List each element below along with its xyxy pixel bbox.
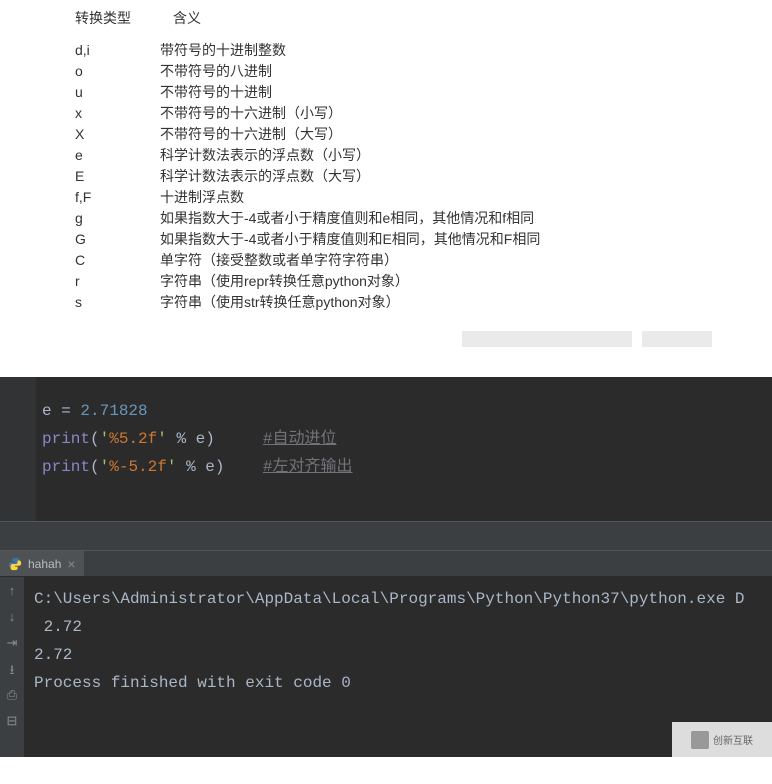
code-editor[interactable]: e = 2.71828 print('%5.2f' % e) #自动进位 pri… <box>0 377 772 521</box>
row-meaning: 如果指数大于-4或者小于精度值则和E相同，其他情况和F相同 <box>160 229 540 250</box>
row-meaning: 科学计数法表示的浮点数（小写） <box>160 145 370 166</box>
row-meaning: 带符号的十进制整数 <box>160 40 286 61</box>
run-tab[interactable]: hahah × <box>0 551 84 576</box>
row-type: r <box>75 271 160 292</box>
python-icon <box>8 557 22 571</box>
row-type: g <box>75 208 160 229</box>
brand-watermark: 创新互联 <box>672 722 772 757</box>
console-output[interactable]: C:\Users\Administrator\AppData\Local\Pro… <box>24 577 772 757</box>
table-row: r 字符串（使用repr转换任意python对象） <box>75 271 772 292</box>
print-icon[interactable]: ⎙ <box>4 687 20 703</box>
table-row: e科学计数法表示的浮点数（小写） <box>75 145 772 166</box>
tab-filename: hahah <box>28 557 61 571</box>
row-meaning: 单字符（接受整数或者单字符字符串） <box>160 250 398 271</box>
output-panel: ↑ ↓ ⇥ ⭳ ⎙ ⊟ C:\Users\Administrator\AppDa… <box>0 577 772 757</box>
table-row: G如果指数大于-4或者小于精度值则和E相同，其他情况和F相同 <box>75 229 772 250</box>
down-arrow-icon[interactable]: ↓ <box>4 609 20 625</box>
row-type: d,i <box>75 40 160 61</box>
up-arrow-icon[interactable]: ↑ <box>4 583 20 599</box>
code-line[interactable]: print('%5.2f' % e) #自动进位 <box>42 425 772 453</box>
table-row: f,F十进制浮点数 <box>75 187 772 208</box>
output-line: C:\Users\Administrator\AppData\Local\Pro… <box>34 585 762 613</box>
row-meaning: 不带符号的十六进制（大写） <box>160 124 342 145</box>
header-type: 转换类型 <box>75 8 173 28</box>
row-type: e <box>75 145 160 166</box>
row-meaning: 不带符号的十六进制（小写） <box>160 103 342 124</box>
table-row: x 不带符号的十六进制（小写） <box>75 103 772 124</box>
row-type: s <box>75 292 160 313</box>
scroll-end-icon[interactable]: ⭳ <box>4 661 20 677</box>
row-meaning: 科学计数法表示的浮点数（大写） <box>160 166 370 187</box>
header-meaning: 含义 <box>173 8 201 28</box>
code-comment: #左对齐输出 <box>263 458 353 476</box>
row-type: x <box>75 103 160 124</box>
row-type: C <box>75 250 160 271</box>
table-row: s 字符串（使用str转换任意python对象） <box>75 292 772 313</box>
clear-icon[interactable]: ⊟ <box>4 713 20 729</box>
close-icon[interactable]: × <box>67 556 75 572</box>
pane-separator[interactable] <box>0 521 772 551</box>
row-meaning: 不带符号的八进制 <box>160 61 272 82</box>
row-type: u <box>75 82 160 103</box>
editor-gutter <box>0 377 36 521</box>
run-tab-bar: hahah × <box>0 551 772 577</box>
code-line[interactable]: print('%-5.2f' % e) #左对齐输出 <box>42 453 772 481</box>
row-meaning: 字符串（使用str转换任意python对象） <box>160 292 400 313</box>
row-meaning: 十进制浮点数 <box>160 187 244 208</box>
table-row: E科学计数法表示的浮点数（大写） <box>75 166 772 187</box>
code-line[interactable]: e = 2.71828 <box>42 397 772 425</box>
table-row: o不带符号的八进制 <box>75 61 772 82</box>
table-row: d,i带符号的十进制整数 <box>75 40 772 61</box>
tool-sidebar: ↑ ↓ ⇥ ⭳ ⎙ ⊟ <box>0 577 24 757</box>
wrap-icon[interactable]: ⇥ <box>4 635 20 651</box>
row-type: G <box>75 229 160 250</box>
row-type: f,F <box>75 187 160 208</box>
output-line: 2.72 <box>34 641 762 669</box>
brand-text: 创新互联 <box>713 732 753 747</box>
table-header: 转换类型 含义 <box>75 8 772 28</box>
table-row: g如果指数大于-4或者小于精度值则和e相同，其他情况和f相同 <box>75 208 772 229</box>
format-spec-table: 转换类型 含义 d,i带符号的十进制整数 o不带符号的八进制 u不带符号的十进制… <box>0 0 772 377</box>
row-type: o <box>75 61 160 82</box>
table-row: C单字符（接受整数或者单字符字符串） <box>75 250 772 271</box>
output-line: Process finished with exit code 0 <box>34 669 762 697</box>
row-type: E <box>75 166 160 187</box>
row-meaning: 字符串（使用repr转换任意python对象） <box>160 271 409 292</box>
doc-watermark <box>0 331 772 347</box>
row-type: X <box>75 124 160 145</box>
table-row: u不带符号的十进制 <box>75 82 772 103</box>
row-meaning: 不带符号的十进制 <box>160 82 272 103</box>
output-line: 2.72 <box>34 613 762 641</box>
code-comment: #自动进位 <box>263 430 337 448</box>
row-meaning: 如果指数大于-4或者小于精度值则和e相同，其他情况和f相同 <box>160 208 534 229</box>
brand-logo-icon <box>691 731 709 749</box>
table-row: X不带符号的十六进制（大写） <box>75 124 772 145</box>
